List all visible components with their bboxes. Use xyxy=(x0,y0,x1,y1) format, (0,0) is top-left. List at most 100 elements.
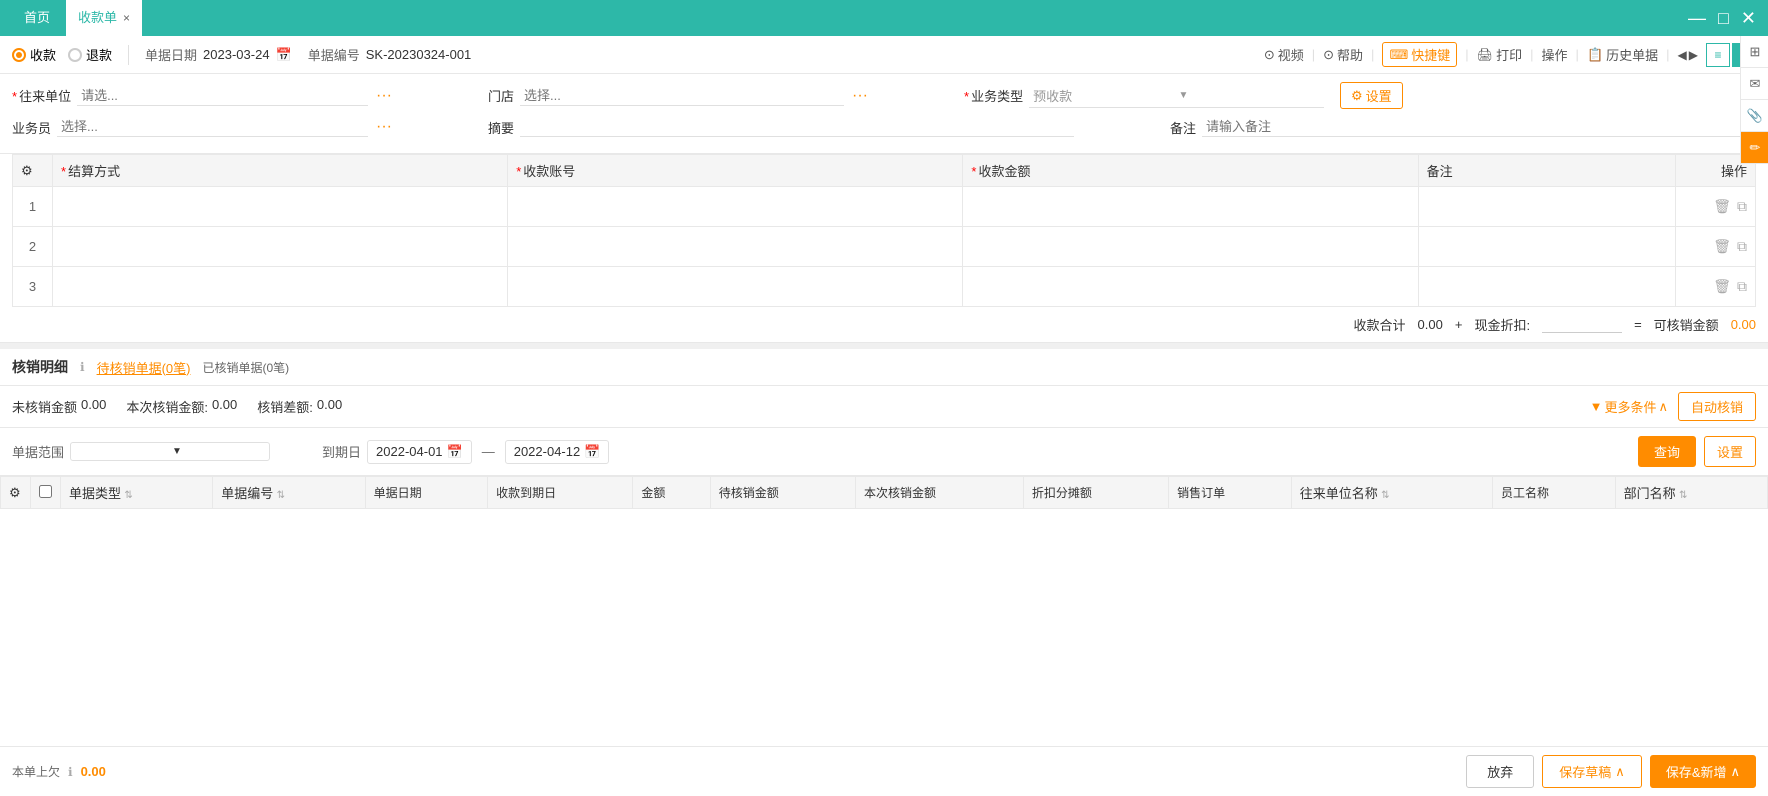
minimize-icon[interactable]: — xyxy=(1684,8,1710,29)
nuclear-settings-btn[interactable]: 设置 xyxy=(1704,436,1756,467)
row-2-amount[interactable] xyxy=(963,227,1418,267)
row-1-settlement[interactable] xyxy=(53,187,508,227)
operations-btn[interactable]: 操作 xyxy=(1542,45,1568,64)
setting-btn[interactable]: ⚙ 设置 xyxy=(1340,82,1403,109)
save-new-arrow: ∧ xyxy=(1730,764,1740,780)
this-nuclear-stat: 本次核销金额: 0.00 xyxy=(126,397,237,416)
due-date-from-value: 2022-04-01 xyxy=(376,444,443,459)
col-settlement-th: 结算方式 xyxy=(53,155,508,187)
print-btn[interactable]: 🖨 打印 xyxy=(1477,45,1523,64)
counterpart-input[interactable] xyxy=(77,86,368,106)
date-calendar-icon[interactable]: 📅 xyxy=(276,47,292,63)
number-value: SK-20230324-001 xyxy=(366,47,472,62)
remark-input[interactable] xyxy=(1202,117,1756,137)
radio-receive[interactable]: 收款 xyxy=(12,45,56,64)
summary-input[interactable] xyxy=(520,117,1074,137)
pending-tab[interactable]: 待核销单据(0笔) xyxy=(97,358,191,377)
discount-input[interactable] xyxy=(1542,317,1622,333)
shop-more-btn[interactable]: ··· xyxy=(852,87,868,105)
close-tab-icon[interactable]: × xyxy=(123,0,130,36)
due-date-from[interactable]: 2022-04-01 📅 xyxy=(367,440,472,464)
nuclear-header: 核销明细 ℹ 待核销单据(0笔) 已核销单据(0笔) xyxy=(0,349,1768,386)
prev-icon[interactable]: ◀ xyxy=(1678,48,1687,62)
close-window-icon[interactable]: ✕ xyxy=(1737,8,1760,29)
range-select[interactable]: ▼ xyxy=(70,442,270,461)
select-all-checkbox[interactable] xyxy=(39,485,52,498)
row-3-amount[interactable] xyxy=(963,267,1418,307)
table-row: 1 🗑 ⧉ xyxy=(13,187,1756,227)
history-icon: 📋 xyxy=(1587,47,1603,63)
col-doc-num-th[interactable]: 单据编号 ⇅ xyxy=(213,477,365,509)
col-doc-type-label: 单据类型 xyxy=(69,486,121,501)
video-icon: ⊙ xyxy=(1264,47,1275,63)
active-tab: 收款单 × xyxy=(66,0,142,36)
row-2-copy-icon[interactable]: ⧉ xyxy=(1737,238,1747,255)
row-3-settlement[interactable] xyxy=(53,267,508,307)
video-btn[interactable]: ⊙ 视频 xyxy=(1264,45,1304,64)
print-icon: 🖨 xyxy=(1477,47,1494,63)
row-2-actions: 🗑 ⧉ xyxy=(1676,227,1756,267)
auto-cancel-btn[interactable]: 自动核销 xyxy=(1678,392,1756,421)
abandon-btn[interactable]: 放弃 xyxy=(1466,755,1534,788)
query-btn[interactable]: 查询 xyxy=(1638,436,1696,467)
row-2-delete-icon[interactable]: 🗑 xyxy=(1713,238,1731,255)
row-2-settlement[interactable] xyxy=(53,227,508,267)
sidebar-clip-icon[interactable]: 📎 xyxy=(1741,100,1768,132)
radio-return[interactable]: 退款 xyxy=(68,45,112,64)
save-new-btn[interactable]: 保存&新增 ∧ xyxy=(1650,755,1756,788)
row-3-account[interactable] xyxy=(508,267,963,307)
salesperson-input[interactable] xyxy=(57,117,368,137)
table-settings-th[interactable]: ⚙ xyxy=(13,155,53,187)
row-2-account[interactable] xyxy=(508,227,963,267)
shortcuts-btn[interactable]: ⌨ 快捷键 xyxy=(1382,42,1457,67)
row-3-remark[interactable] xyxy=(1418,267,1675,307)
more-conditions-btn[interactable]: ▼ 更多条件 ∧ xyxy=(1590,397,1668,416)
select-all-th xyxy=(31,477,61,509)
next-icon[interactable]: ▶ xyxy=(1689,48,1698,62)
done-tab[interactable]: 已核销单据(0笔) xyxy=(202,359,289,376)
col-amount-th: 收款金额 xyxy=(963,155,1418,187)
due-date-to-value: 2022-04-12 xyxy=(514,444,581,459)
nuclear-value: 0.00 xyxy=(1731,317,1756,332)
sidebar-mail-icon[interactable]: ✉ xyxy=(1741,68,1768,100)
row-1-delete-icon[interactable]: 🗑 xyxy=(1713,198,1731,215)
due-date-to[interactable]: 2022-04-12 📅 xyxy=(505,440,610,464)
date-sep: — xyxy=(482,444,495,459)
sort-doc-num-icon: ⇅ xyxy=(277,490,285,501)
list-view-btn[interactable]: ≡ xyxy=(1706,43,1730,67)
radio-return-label: 退款 xyxy=(86,45,112,64)
plus-sign: + xyxy=(1455,317,1463,332)
row-1-amount[interactable] xyxy=(963,187,1418,227)
home-tab[interactable]: 首页 xyxy=(8,0,66,36)
save-draft-btn[interactable]: 保存草稿 ∧ xyxy=(1542,755,1642,788)
business-type-select[interactable]: 预收款 ▼ xyxy=(1029,84,1324,108)
shop-input[interactable] xyxy=(520,86,844,106)
col-counterpart-th[interactable]: 往来单位名称 ⇅ xyxy=(1291,477,1492,509)
settings-col-icon[interactable]: ⚙ xyxy=(9,485,22,501)
row-3-delete-icon[interactable]: 🗑 xyxy=(1713,278,1731,295)
maximize-icon[interactable]: □ xyxy=(1714,8,1733,29)
row-num-3: 3 xyxy=(13,267,53,307)
divider-1 xyxy=(128,45,129,65)
col-dept-th[interactable]: 部门名称 ⇅ xyxy=(1615,477,1767,509)
row-3-copy-icon[interactable]: ⧉ xyxy=(1737,278,1747,295)
sidebar-edit-icon[interactable]: ✏ xyxy=(1741,132,1768,164)
nuclear-stats: 未核销金额 0.00 本次核销金额: 0.00 核销差额: 0.00 ▼ 更多条… xyxy=(0,386,1768,428)
form-area: 往来单位 ··· 门店 ··· 业务类型 预收款 ▼ xyxy=(0,74,1768,154)
nuclear-section: 核销明细 ℹ 待核销单据(0笔) 已核销单据(0笔) 未核销金额 0.00 本次… xyxy=(0,343,1768,746)
diff-stat: 核销差额: 0.00 xyxy=(257,397,342,416)
row-1-copy-icon[interactable]: ⧉ xyxy=(1737,198,1747,215)
help-btn[interactable]: ⊙ 帮助 xyxy=(1323,45,1363,64)
bottom-bar-right: 放弃 保存草稿 ∧ 保存&新增 ∧ xyxy=(1466,755,1756,788)
row-2-remark[interactable] xyxy=(1418,227,1675,267)
nuclear-title: 核销明细 xyxy=(12,357,68,377)
row-1-account[interactable] xyxy=(508,187,963,227)
this-order-label: 本单上欠 xyxy=(12,763,60,780)
col-doc-type-th[interactable]: 单据类型 ⇅ xyxy=(61,477,213,509)
row-num-1: 1 xyxy=(13,187,53,227)
counterpart-more-btn[interactable]: ··· xyxy=(376,87,392,105)
salesperson-more-btn[interactable]: ··· xyxy=(376,118,392,136)
sidebar-table-icon[interactable]: ⊞ xyxy=(1741,36,1768,68)
row-1-remark[interactable] xyxy=(1418,187,1675,227)
history-btn[interactable]: 📋 历史单据 xyxy=(1587,45,1658,64)
